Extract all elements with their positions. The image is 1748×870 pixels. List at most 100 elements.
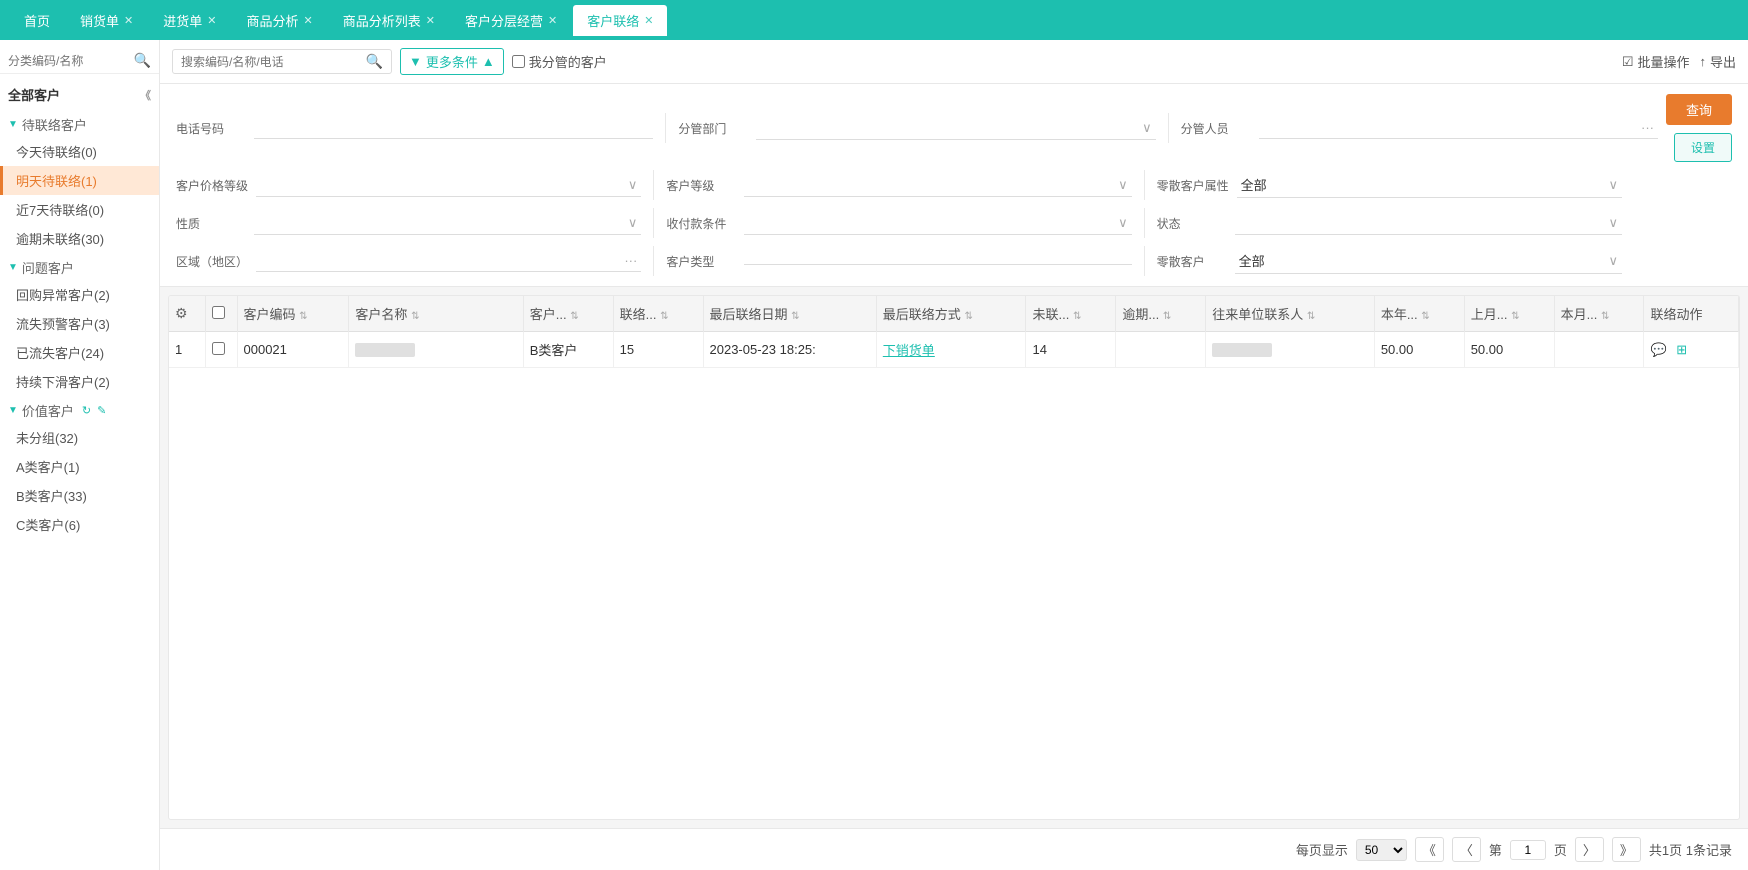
filter-area-select[interactable]: ··· [256, 250, 641, 272]
nav-customer-tier[interactable]: 客户分层经营 ✕ [451, 5, 571, 36]
sidebar-item-abnormal[interactable]: 回购异常客户(2) [0, 280, 159, 309]
sort-last-method-icon[interactable]: ⇅ [964, 311, 972, 322]
set-button[interactable]: 设置 [1674, 133, 1732, 162]
search-submit-icon[interactable]: 🔍 [366, 53, 383, 70]
filter-person-select[interactable]: ··· [1259, 117, 1658, 139]
nav-home[interactable]: 首页 [10, 5, 64, 36]
th-last-method-label: 最后联络方式 [883, 307, 961, 322]
sidebar-item-class-c[interactable]: C类客户(6) [0, 510, 159, 539]
sort-level-icon[interactable]: ⇅ [570, 311, 578, 322]
nav-sales-close-icon[interactable]: ✕ [124, 14, 133, 27]
filter-gender-select[interactable]: ∨ [254, 212, 641, 235]
nav-product-analysis-list-close-icon[interactable]: ✕ [426, 14, 435, 27]
sidebar-item-today[interactable]: 今天待联络(0) [0, 137, 159, 166]
last-page-button[interactable]: 》 [1612, 837, 1641, 862]
action-qr-icon[interactable]: ⊞ [1676, 342, 1687, 357]
sort-no-contact-icon[interactable]: ⇅ [1073, 311, 1081, 322]
nav-product-analysis[interactable]: 商品分析 ✕ [232, 5, 326, 36]
nav-purchase-close-icon[interactable]: ✕ [207, 14, 216, 27]
first-page-button[interactable]: 《 [1415, 837, 1444, 862]
sidebar-item-class-a[interactable]: A类客户(1) [0, 452, 159, 481]
next-page-button[interactable]: 〉 [1575, 837, 1604, 862]
th-contact-count: 联络... ⇅ [613, 296, 703, 332]
sidebar-item-overdue[interactable]: 逾期未联络(30) [0, 224, 159, 253]
sidebar-item-7days-label: 近7天待联络(0) [16, 203, 104, 218]
th-no-contact-label: 未联... [1032, 307, 1069, 322]
sidebar-item-ungrouped[interactable]: 未分组(32) [0, 423, 159, 452]
nav-customer-contact[interactable]: 客户联络 ✕ [573, 5, 667, 36]
sidebar-pending-arrow-icon: ▼ [8, 119, 18, 130]
filter-customer-value-select[interactable]: ∨ [256, 174, 641, 197]
sidebar-search-wrap[interactable]: 🔍 [0, 48, 159, 74]
sort-name-icon[interactable]: ⇅ [411, 311, 419, 322]
sort-code-icon[interactable]: ⇅ [299, 311, 307, 322]
sidebar-item-tomorrow[interactable]: 明天待联络(1) [0, 166, 159, 195]
filter-status-select[interactable]: ∨ [1235, 212, 1622, 235]
my-customers-checkbox[interactable] [512, 55, 525, 68]
td-this-year: 50.00 [1374, 332, 1464, 368]
filter-divider-2 [1168, 113, 1169, 143]
nav-customer-contact-close-icon[interactable]: ✕ [644, 14, 653, 27]
sidebar-search-input[interactable] [8, 54, 134, 68]
sidebar-search-icon[interactable]: 🔍 [134, 52, 151, 69]
th-settings[interactable]: ⚙ [169, 296, 205, 332]
nav-sales[interactable]: 销货单 ✕ [66, 5, 147, 36]
sort-this-year-icon[interactable]: ⇅ [1421, 311, 1429, 322]
filter-customer-level-select[interactable]: ∨ [744, 174, 1131, 197]
filter-status-label: 状态 [1157, 215, 1227, 232]
filter-customer-level-cell: 客户等级 ∨ [666, 174, 1131, 197]
query-button[interactable]: 查询 [1666, 94, 1732, 125]
filter-payment-select[interactable]: ∨ [744, 212, 1131, 235]
th-this-year: 本年... ⇅ [1374, 296, 1464, 332]
action-chat-icon[interactable]: 💬 [1650, 342, 1666, 357]
sidebar-all-customers[interactable]: 全部客户 《 [0, 79, 159, 110]
filter-row-3: 性质 ∨ 收付款条件 ∨ 状态 ∨ [176, 208, 1732, 238]
settings-icon[interactable]: ⚙ [175, 305, 188, 321]
sidebar-item-declining[interactable]: 持续下滑客户(2) [0, 367, 159, 396]
filter-collapse-icon: ▲ [482, 54, 495, 69]
th-last-month: 上月... ⇅ [1464, 296, 1554, 332]
filter-retail-customer-select[interactable]: 全部 ∨ [1235, 248, 1622, 274]
sort-contact-count-icon[interactable]: ⇅ [660, 311, 668, 322]
toolbar: 🔍 ▼ 更多条件 ▲ 我分管的客户 ☑ 批量操作 ↑ 导出 [160, 40, 1748, 84]
sidebar-item-churned[interactable]: 已流失客户(24) [0, 338, 159, 367]
th-last-month-label: 上月... [1471, 307, 1508, 322]
nav-product-analysis-list[interactable]: 商品分析列表 ✕ [329, 5, 449, 36]
row-unit-contact-masked [1212, 343, 1272, 357]
sort-this-month-icon[interactable]: ⇅ [1601, 311, 1609, 322]
nav-purchase[interactable]: 进货单 ✕ [149, 5, 230, 36]
td-checkbox[interactable] [205, 332, 237, 368]
prev-page-button[interactable]: 〈 [1452, 837, 1481, 862]
select-all-checkbox[interactable] [212, 306, 225, 319]
td-last-method[interactable]: 下销货单 [876, 332, 1026, 368]
filter-customer-value-label: 客户价格等级 [176, 177, 248, 194]
nav-customer-tier-close-icon[interactable]: ✕ [548, 14, 557, 27]
filter-retail-attr-select[interactable]: 全部 ∨ [1237, 172, 1622, 198]
sidebar-item-7days[interactable]: 近7天待联络(0) [0, 195, 159, 224]
sort-last-month-icon[interactable]: ⇅ [1511, 311, 1519, 322]
batch-operation-button[interactable]: ☑ 批量操作 [1622, 52, 1690, 71]
nav-product-analysis-close-icon[interactable]: ✕ [304, 14, 313, 27]
td-last-month: 50.00 [1464, 332, 1554, 368]
filter-dept-select[interactable]: ∨ [756, 117, 1155, 140]
sort-unit-contact-icon[interactable]: ⇅ [1307, 311, 1315, 322]
export-button[interactable]: ↑ 导出 [1699, 52, 1736, 71]
filter-phone-input[interactable] [254, 118, 653, 139]
value-edit-icon[interactable]: ✎ [97, 404, 106, 417]
sidebar-item-class-b[interactable]: B类客户(33) [0, 481, 159, 510]
filter-customer-type-select[interactable] [744, 258, 1131, 265]
sort-overdue-icon[interactable]: ⇅ [1163, 311, 1171, 322]
sort-last-date-icon[interactable]: ⇅ [791, 311, 799, 322]
sidebar-item-churn-warn[interactable]: 流失预警客户(3) [0, 309, 159, 338]
page-size-select[interactable]: 10 20 50 100 [1356, 839, 1407, 861]
filter-retail-customer-value: 全部 [1239, 251, 1265, 270]
search-input[interactable] [181, 55, 366, 69]
my-customers-checkbox-label[interactable]: 我分管的客户 [512, 52, 607, 71]
page-number-input[interactable] [1510, 840, 1546, 860]
more-filter-button[interactable]: ▼ 更多条件 ▲ [400, 48, 504, 75]
th-checkbox[interactable] [205, 296, 237, 332]
filter-status-cell: 状态 ∨ [1157, 212, 1622, 235]
value-refresh-icon[interactable]: ↻ [82, 404, 91, 417]
row-checkbox[interactable] [212, 342, 225, 355]
search-wrap[interactable]: 🔍 [172, 49, 392, 74]
